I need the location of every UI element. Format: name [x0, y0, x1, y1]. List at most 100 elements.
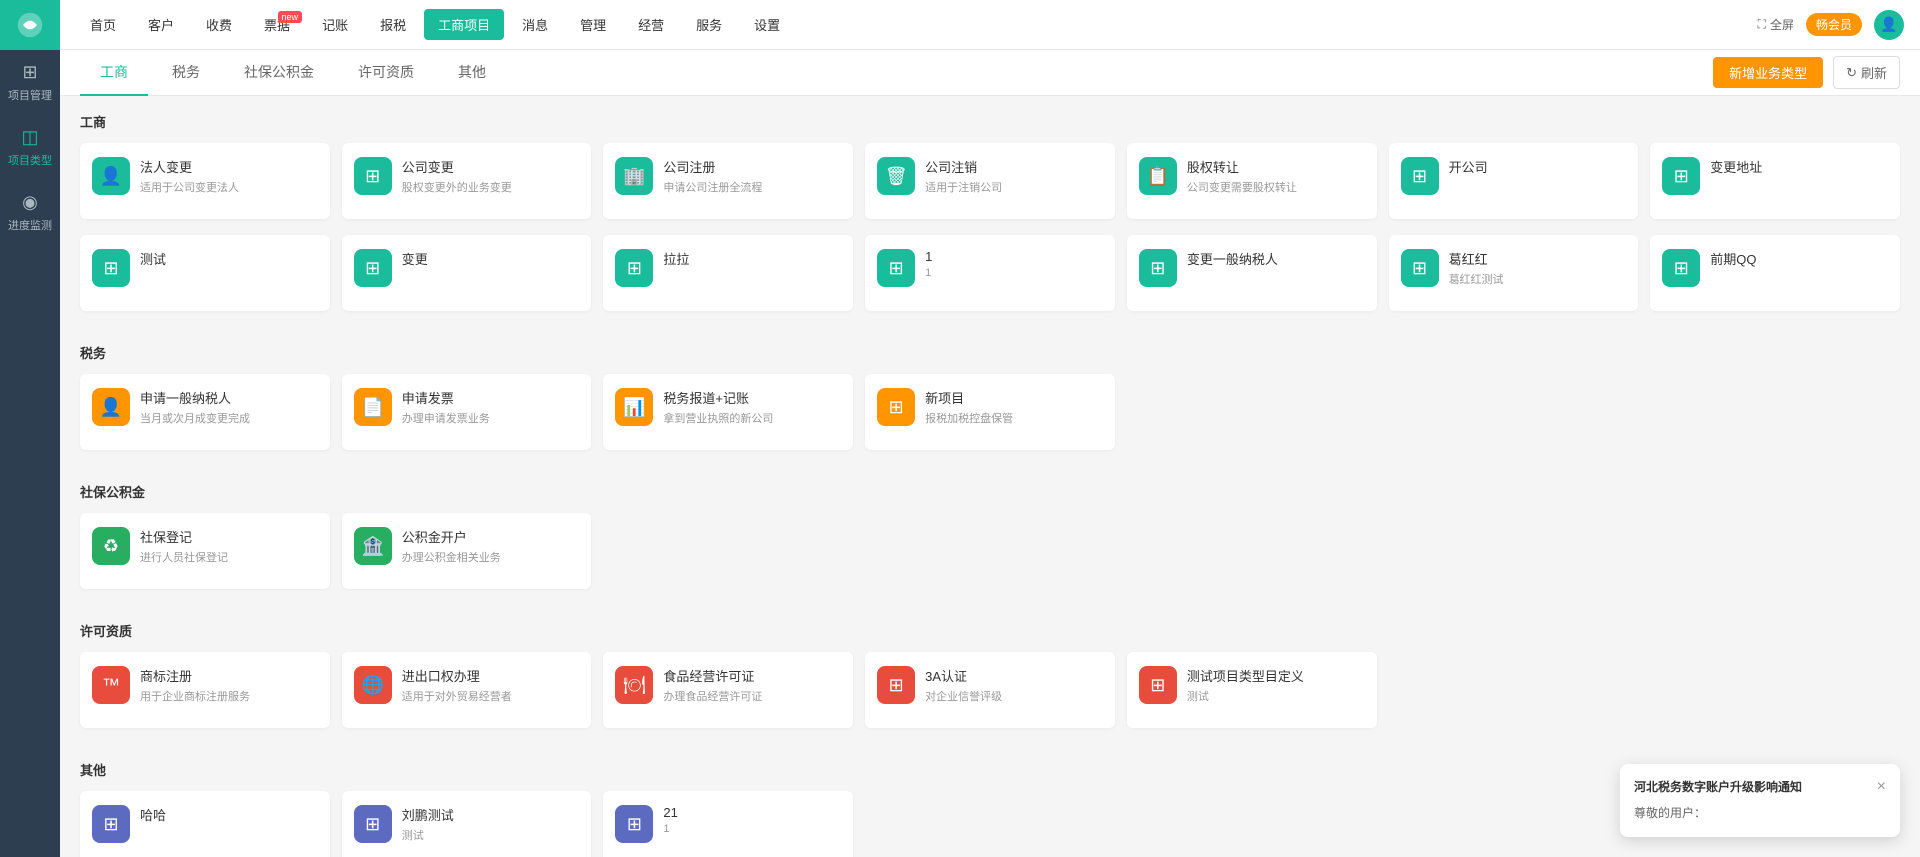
card-desc-equity-transfer: 公司变更需要股权转让 [1187, 179, 1365, 195]
ticket-badge: new [278, 11, 303, 23]
card-test-type[interactable]: ⊞ 测试项目类型目定义 测试 [1127, 652, 1377, 728]
sidebar-item-progress-monitor[interactable]: ◉ 进度监测 [0, 180, 60, 245]
card-info-trademark: 商标注册 用于企业商标注册服务 [140, 666, 318, 704]
card-open-company[interactable]: ⊞ 开公司 [1389, 143, 1639, 219]
card-new-project[interactable]: ⊞ 新项目 报税加税控盘保管 [865, 374, 1115, 450]
subtab-gongshang[interactable]: 工商 [80, 50, 148, 96]
card-desc-apply-taxpayer: 当月或次月成变更完成 [140, 410, 318, 426]
card-info-food-license: 食品经营许可证 办理食品经营许可证 [663, 666, 841, 704]
card-info-change-taxpayer: 变更一般纳税人 [1187, 249, 1365, 268]
nav-item-manage[interactable]: 管理 [566, 9, 620, 40]
page-content: 工商 税务 社保公积金 许可资质 其他 新增业务类型 ↻ 刷新 工商 👤 [60, 50, 1920, 857]
card-company-change[interactable]: ⊞ 公司变更 股权变更外的业务变更 [342, 143, 592, 219]
section-title-xuke: 许可资质 [80, 621, 1900, 640]
card-tax-report[interactable]: 📊 税务报道+记账 拿到营业执照的新公司 [603, 374, 853, 450]
card-icon-company-register: 🏢 [615, 157, 653, 195]
sidebar-item-project-type[interactable]: ◫ 项目类型 [0, 115, 60, 180]
card-icon-import-export: 🌐 [354, 666, 392, 704]
subtab-shuiwu[interactable]: 税务 [152, 50, 220, 96]
refresh-button[interactable]: ↻ 刷新 [1833, 56, 1900, 89]
cards-grid-xuke: ™ 商标注册 用于企业商标注册服务 🌐 进出口权办理 适用于对外贸易经营者 🍽 … [80, 652, 1900, 728]
card-company-register[interactable]: 🏢 公司注册 申请公司注册全流程 [603, 143, 853, 219]
avatar[interactable]: 👤 [1874, 10, 1904, 40]
section-title-shebao: 社保公积金 [80, 482, 1900, 501]
card-info-qqbefore: 前期QQ [1710, 249, 1888, 268]
main-area: 首页 客户 收费 票据 new 记账 报税 工商项目 消息 管理 经营 服务 设… [60, 0, 1920, 857]
card-change-address[interactable]: ⊞ 变更地址 [1650, 143, 1900, 219]
card-liupeng-test[interactable]: ⊞ 刘鹏测试 测试 [342, 791, 592, 857]
fullscreen-icon: ⛶ [1758, 17, 1766, 32]
card-name-change-address: 变更地址 [1710, 157, 1888, 176]
card-equity-transfer[interactable]: 📋 股权转让 公司变更需要股权转让 [1127, 143, 1377, 219]
section-shebao: 社保公积金 ♻ 社保登记 进行人员社保登记 🏦 公积金开户 办理公积金相关业务 [60, 466, 1920, 589]
card-info-change-address: 变更地址 [1710, 157, 1888, 176]
card-name-shebao-reg: 社保登记 [140, 527, 318, 546]
notification-body: 尊敬的用户： [1634, 804, 1886, 823]
card-info-apply-taxpayer: 申请一般纳税人 当月或次月成变更完成 [140, 388, 318, 426]
card-desc-food-license: 办理食品经营许可证 [663, 688, 841, 704]
card-name-3a-cert: 3A认证 [925, 666, 1103, 685]
top-nav: 首页 客户 收费 票据 new 记账 报税 工商项目 消息 管理 经营 服务 设… [60, 0, 1920, 50]
card-icon-company-change: ⊞ [354, 157, 392, 195]
card-twenty-one[interactable]: ⊞ 21 1 [603, 791, 853, 857]
card-icon-change2: ⊞ [354, 249, 392, 287]
nav-item-industrial[interactable]: 工商项目 [424, 9, 504, 40]
card-info-company-change: 公司变更 股权变更外的业务变更 [402, 157, 580, 195]
card-gjj-open[interactable]: 🏦 公积金开户 办理公积金相关业务 [342, 513, 592, 589]
card-name-change2: 变更 [402, 249, 580, 268]
nav-item-home[interactable]: 首页 [76, 9, 130, 40]
card-import-export[interactable]: 🌐 进出口权办理 适用于对外贸易经营者 [342, 652, 592, 728]
card-icon-equity-transfer: 📋 [1139, 157, 1177, 195]
notification-close-button[interactable]: × [1877, 778, 1886, 796]
card-3a-cert[interactable]: ⊞ 3A认证 对企业信誉评级 [865, 652, 1115, 728]
card-qqbefore[interactable]: ⊞ 前期QQ [1650, 235, 1900, 311]
card-apply-taxpayer[interactable]: 👤 申请一般纳税人 当月或次月成变更完成 [80, 374, 330, 450]
card-haha[interactable]: ⊞ 哈哈 [80, 791, 330, 857]
sidebar-item-project-manage[interactable]: ⊞ 项目管理 [0, 50, 60, 115]
card-legal-change[interactable]: 👤 法人变更 适用于公司变更法人 [80, 143, 330, 219]
sidebar-item-label: 进度监测 [8, 217, 52, 233]
fullscreen-btn[interactable]: ⛶ 全屏 [1758, 16, 1794, 33]
nav-item-service[interactable]: 服务 [682, 9, 736, 40]
card-icon-apply-taxpayer: 👤 [92, 388, 130, 426]
nav-item-charge[interactable]: 收费 [192, 9, 246, 40]
vip-button[interactable]: 畅会员 [1806, 13, 1862, 36]
card-shebao-reg[interactable]: ♻ 社保登记 进行人员社保登记 [80, 513, 330, 589]
nav-item-accounting[interactable]: 记账 [308, 9, 362, 40]
card-name-mohonghong: 葛红红 [1449, 249, 1627, 268]
card-one[interactable]: ⊞ 1 1 [865, 235, 1115, 311]
card-food-license[interactable]: 🍽 食品经营许可证 办理食品经营许可证 [603, 652, 853, 728]
subtab-xuke[interactable]: 许可资质 [338, 50, 434, 96]
new-type-button[interactable]: 新增业务类型 [1713, 57, 1823, 88]
card-change2[interactable]: ⊞ 变更 [342, 235, 592, 311]
card-trademark[interactable]: ™ 商标注册 用于企业商标注册服务 [80, 652, 330, 728]
card-desc-twenty-one: 1 [663, 823, 841, 835]
sub-tab-actions: 新增业务类型 ↻ 刷新 [1713, 56, 1900, 89]
nav-item-ticket[interactable]: 票据 new [250, 9, 304, 40]
nav-item-operation[interactable]: 经营 [624, 9, 678, 40]
card-test[interactable]: ⊞ 测试 [80, 235, 330, 311]
card-name-open-company: 开公司 [1449, 157, 1627, 176]
card-icon-open-company: ⊞ [1401, 157, 1439, 195]
card-lala[interactable]: ⊞ 拉拉 [603, 235, 853, 311]
cards-grid-shebao: ♻ 社保登记 进行人员社保登记 🏦 公积金开户 办理公积金相关业务 [80, 513, 1900, 589]
nav-item-client[interactable]: 客户 [134, 9, 188, 40]
card-mohonghong[interactable]: ⊞ 葛红红 葛红红测试 [1389, 235, 1639, 311]
nav-right: ⛶ 全屏 畅会员 👤 [1758, 10, 1904, 40]
nav-item-tax[interactable]: 报税 [366, 9, 420, 40]
card-desc-company-register: 申请公司注册全流程 [663, 179, 841, 195]
section-gongshang: 工商 👤 法人变更 适用于公司变更法人 ⊞ 公司变更 股权变更外的业务变更 🏢 … [60, 96, 1920, 311]
cards-grid-gongshang: 👤 法人变更 适用于公司变更法人 ⊞ 公司变更 股权变更外的业务变更 🏢 公司注… [80, 143, 1900, 219]
card-company-cancel[interactable]: 🗑 公司注销 适用于注销公司 [865, 143, 1115, 219]
card-info-twenty-one: 21 1 [663, 805, 841, 835]
card-apply-invoice[interactable]: 📄 申请发票 办理申请发票业务 [342, 374, 592, 450]
subtab-shebao[interactable]: 社保公积金 [224, 50, 334, 96]
nav-item-message[interactable]: 消息 [508, 9, 562, 40]
cards-grid-gongshang2: ⊞ 测试 ⊞ 变更 ⊞ 拉拉 ⊞ 1 [80, 235, 1900, 311]
subtab-other[interactable]: 其他 [438, 50, 506, 96]
card-change-taxpayer[interactable]: ⊞ 变更一般纳税人 [1127, 235, 1377, 311]
card-desc-mohonghong: 葛红红测试 [1449, 271, 1627, 287]
sidebar-logo[interactable] [0, 0, 60, 50]
card-name-liupeng-test: 刘鹏测试 [402, 805, 580, 824]
nav-item-settings[interactable]: 设置 [740, 9, 794, 40]
